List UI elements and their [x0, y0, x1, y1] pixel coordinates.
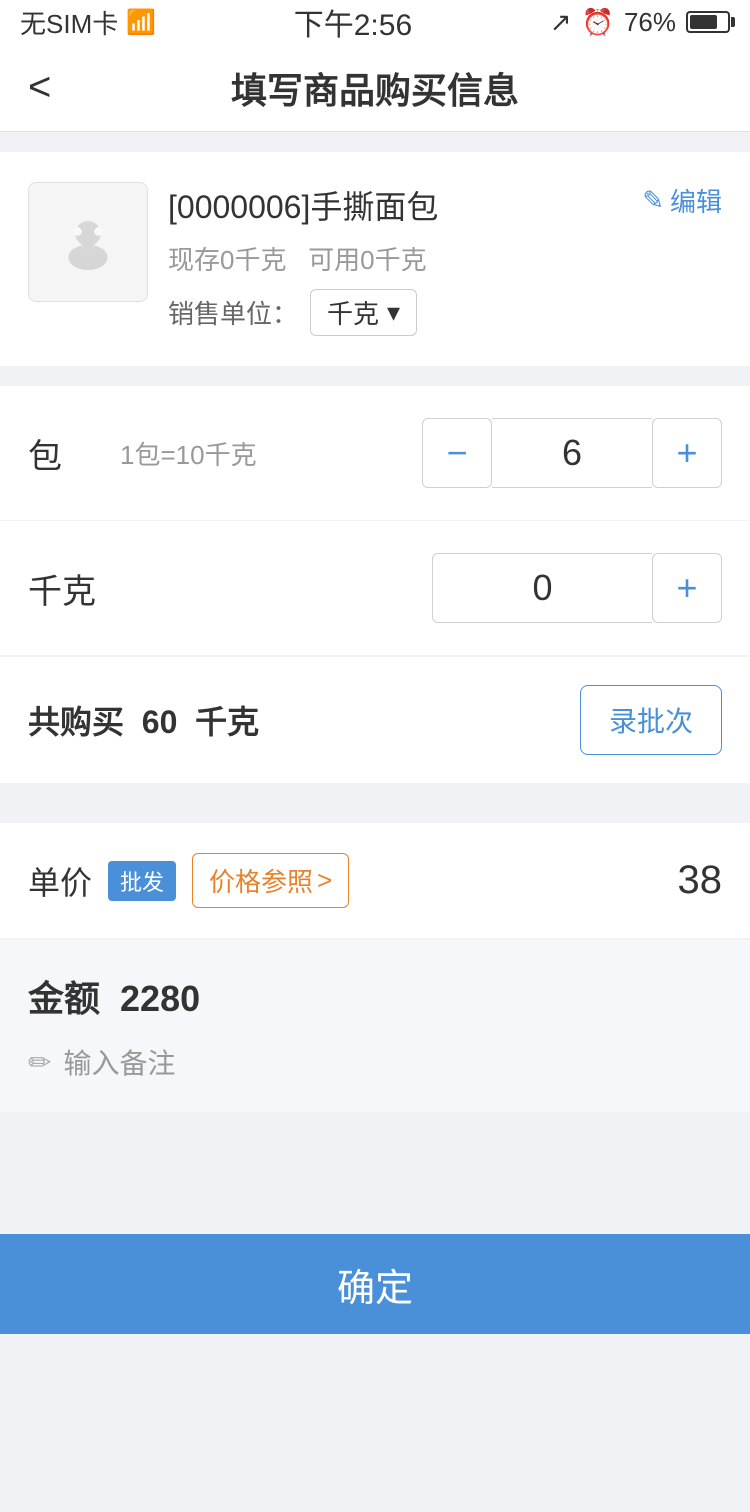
- minus-icon: −: [446, 432, 467, 474]
- dropdown-arrow-icon: ▾: [387, 297, 400, 328]
- wifi-icon: 📶: [126, 8, 156, 37]
- package-label: 包: [28, 429, 108, 478]
- location-icon: ↗: [550, 7, 572, 38]
- kg-quantity-row: 千克 +: [0, 521, 750, 656]
- price-label: 单价: [28, 858, 92, 904]
- kg-plus-button[interactable]: +: [652, 553, 722, 623]
- nav-bar: < 填写商品购买信息: [0, 44, 750, 132]
- product-card: [0000006]手撕面包 现存0千克 可用0千克 销售单位： 千克 ▾ ✎ 编…: [0, 152, 750, 366]
- kg-controls: +: [432, 553, 722, 623]
- back-icon: <: [28, 65, 51, 110]
- price-ref-arrow-icon: >: [317, 865, 332, 896]
- amount-section: 金额 2280 ✏ 输入备注: [0, 940, 750, 1112]
- back-button[interactable]: <: [28, 65, 51, 110]
- product-actions: ✎ 编辑: [642, 182, 722, 219]
- amount-row: 金额 2280: [28, 970, 722, 1022]
- batch-button[interactable]: 录批次: [580, 685, 722, 755]
- kg-label: 千克: [28, 564, 108, 613]
- alarm-icon: ⏰: [582, 7, 614, 38]
- battery-fill: [690, 15, 717, 29]
- status-bar: 无SIM卡 📶 下午2:56 ↗ ⏰ 76%: [0, 0, 750, 44]
- carrier-text: 无SIM卡: [20, 4, 118, 41]
- note-label: 输入备注: [63, 1042, 175, 1082]
- kg-plus-icon: +: [676, 567, 697, 609]
- edit-icon: ✎: [642, 185, 664, 216]
- package-controls: − +: [422, 418, 722, 488]
- total-amount: 60: [142, 704, 178, 740]
- package-plus-button[interactable]: +: [652, 418, 722, 488]
- plus-icon: +: [676, 432, 697, 474]
- product-info: [0000006]手撕面包 现存0千克 可用0千克 销售单位： 千克 ▾: [168, 182, 622, 336]
- product-image: [28, 182, 148, 302]
- note-row[interactable]: ✏ 输入备注: [28, 1042, 722, 1082]
- package-quantity-row: 包 1包=10千克 − +: [0, 386, 750, 521]
- price-tag: 批发: [108, 861, 176, 901]
- package-minus-button[interactable]: −: [422, 418, 492, 488]
- product-name: [0000006]手撕面包: [168, 182, 622, 228]
- battery-percent: 76%: [624, 7, 676, 38]
- quantity-section: 包 1包=10千克 − + 千克 + 共购买 60 千克: [0, 386, 750, 783]
- product-unit-row: 销售单位： 千克 ▾: [168, 289, 622, 336]
- status-bar-time: 下午2:56: [294, 0, 412, 44]
- product-logo-icon: [53, 207, 123, 277]
- price-row: 单价 批发 价格参照 > 38: [28, 853, 722, 908]
- package-input[interactable]: [492, 418, 652, 488]
- price-value: 38: [678, 858, 723, 903]
- battery-icon: [686, 11, 730, 33]
- price-ref-button[interactable]: 价格参照 >: [192, 853, 349, 908]
- kg-input[interactable]: [432, 553, 652, 623]
- status-bar-left: 无SIM卡 📶: [20, 4, 156, 41]
- package-conversion: 1包=10千克: [120, 435, 422, 472]
- unit-selector[interactable]: 千克 ▾: [310, 289, 417, 336]
- pencil-icon: ✏: [28, 1046, 51, 1079]
- amount-value: 2280: [120, 978, 200, 1019]
- price-section: 单价 批发 价格参照 > 38: [0, 823, 750, 938]
- total-text: 共购买 60 千克: [28, 697, 259, 743]
- product-stock: 现存0千克 可用0千克: [168, 240, 622, 277]
- total-section: 共购买 60 千克 录批次: [0, 656, 750, 783]
- status-bar-right: ↗ ⏰ 76%: [550, 7, 730, 38]
- section-divider-2: [0, 783, 750, 803]
- page-title: 填写商品购买信息: [231, 62, 519, 114]
- confirm-button[interactable]: 确定: [0, 1234, 750, 1334]
- section-divider-1: [0, 366, 750, 386]
- edit-button[interactable]: ✎ 编辑: [642, 182, 722, 219]
